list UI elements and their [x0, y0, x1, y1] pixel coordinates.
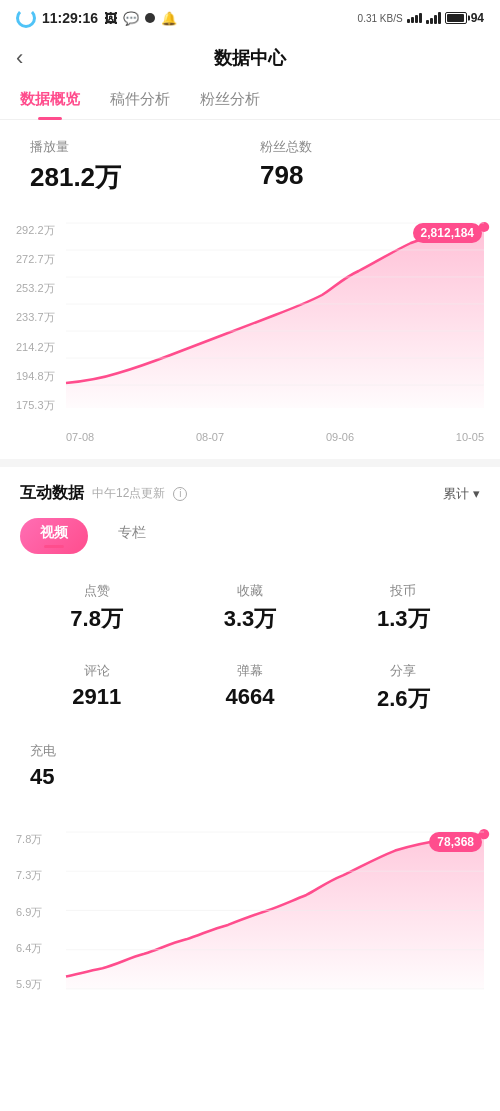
page-title: 数据中心: [214, 46, 286, 70]
likes-label: 点赞: [30, 582, 163, 600]
battery-icon: [445, 12, 467, 24]
tab-content[interactable]: 稿件分析: [110, 80, 170, 119]
play-count-value: 281.2万: [30, 160, 240, 195]
chevron-down-icon: ▾: [473, 486, 480, 501]
coins-label: 投币: [337, 582, 470, 600]
sub-tab-column[interactable]: 专栏: [98, 518, 166, 554]
fans-count-value: 798: [260, 160, 470, 191]
likes-chart-tooltip: 78,368: [429, 832, 482, 852]
interaction-header: 互动数据 中午12点更新 i 累计 ▾: [20, 483, 480, 504]
play-chart-x-axis: 07-08 08-07 09-06 10-05: [66, 431, 484, 443]
metrics-row-2: 评论 2911 弹幕 4664 分享 2.6万: [20, 650, 480, 726]
record-icon: [145, 13, 155, 23]
fans-count-label: 粉丝总数: [260, 138, 470, 156]
danmaku-metric: 弹幕 4664: [173, 650, 326, 726]
network-speed: 0.31 KB/S: [358, 13, 403, 24]
shares-value: 2.6万: [337, 684, 470, 714]
network-icon: [16, 8, 36, 28]
likes-chart-wrapper: 7.8万 7.3万 6.9万 6.4万 5.9万 78,368: [16, 832, 484, 1012]
info-icon[interactable]: i: [173, 487, 187, 501]
battery-percent: 94: [471, 11, 484, 25]
status-left: 11:29:16 🖼 💬 🔔: [16, 8, 177, 28]
play-chart-y-axis: 292.2万 272.7万 253.2万 233.7万 214.2万 194.8…: [16, 223, 66, 413]
shares-metric: 分享 2.6万: [327, 650, 480, 726]
danmaku-label: 弹幕: [183, 662, 316, 680]
charge-value: 45: [30, 764, 163, 790]
stats-section: 播放量 281.2万 粉丝总数 798: [0, 120, 500, 213]
update-hint: 中午12点更新: [92, 485, 165, 502]
header: ‹ 数据中心: [0, 36, 500, 80]
comments-metric: 评论 2911: [20, 650, 173, 726]
status-time: 11:29:16: [42, 10, 98, 26]
favorites-label: 收藏: [183, 582, 316, 600]
play-chart-tooltip: 2,812,184: [413, 223, 482, 243]
coins-metric: 投币 1.3万: [327, 570, 480, 646]
status-bar: 11:29:16 🖼 💬 🔔 0.31 KB/S 94: [0, 0, 500, 36]
play-chart-wrapper: 292.2万 272.7万 253.2万 233.7万 214.2万 194.8…: [16, 223, 484, 443]
sub-tab-video[interactable]: 视频: [20, 518, 88, 554]
interaction-section: 互动数据 中午12点更新 i 累计 ▾ 视频 专栏 点赞 7.8万 收藏 3.3…: [0, 467, 500, 822]
play-chart-svg: [66, 223, 484, 413]
tab-fans[interactable]: 粉丝分析: [200, 80, 260, 119]
wifi-icon: [426, 12, 441, 24]
section-divider-1: [0, 459, 500, 467]
charge-metric: 充电 45: [20, 730, 173, 802]
likes-chart-svg: [66, 832, 484, 992]
status-right: 0.31 KB/S 94: [358, 11, 484, 25]
charge-label: 充电: [30, 742, 163, 760]
play-chart-area: 2,812,184: [66, 223, 484, 413]
interaction-title: 互动数据: [20, 483, 84, 504]
signal-icon: [407, 13, 422, 23]
fans-count-card: 粉丝总数 798: [260, 138, 470, 195]
likes-value: 7.8万: [30, 604, 163, 634]
comments-label: 评论: [30, 662, 163, 680]
chat-icon: 💬: [123, 11, 139, 26]
metrics-row-3: 充电 45: [20, 730, 480, 802]
play-chart-section: 292.2万 272.7万 253.2万 233.7万 214.2万 194.8…: [0, 213, 500, 459]
main-tabs: 数据概览 稿件分析 粉丝分析: [0, 80, 500, 120]
photo-icon: 🖼: [104, 11, 117, 26]
sub-tabs: 视频 专栏: [20, 518, 480, 554]
likes-chart-y-axis: 7.8万 7.3万 6.9万 6.4万 5.9万: [16, 832, 66, 992]
play-count-card: 播放量 281.2万: [30, 138, 240, 195]
favorites-value: 3.3万: [183, 604, 316, 634]
coins-value: 1.3万: [337, 604, 470, 634]
likes-chart-section: 7.8万 7.3万 6.9万 6.4万 5.9万 78,368: [0, 822, 500, 1022]
danmaku-value: 4664: [183, 684, 316, 710]
likes-metric: 点赞 7.8万: [20, 570, 173, 646]
sub-tab-underline: [44, 545, 64, 548]
play-count-label: 播放量: [30, 138, 240, 156]
shares-label: 分享: [337, 662, 470, 680]
cumulative-button[interactable]: 累计 ▾: [443, 485, 480, 503]
likes-chart-area: 78,368: [66, 832, 484, 992]
interaction-title-group: 互动数据 中午12点更新 i: [20, 483, 187, 504]
back-button[interactable]: ‹: [16, 45, 23, 71]
comments-value: 2911: [30, 684, 163, 710]
favorites-metric: 收藏 3.3万: [173, 570, 326, 646]
metrics-row-1: 点赞 7.8万 收藏 3.3万 投币 1.3万: [20, 570, 480, 646]
bell-icon: 🔔: [161, 11, 177, 26]
tab-overview[interactable]: 数据概览: [20, 80, 80, 119]
